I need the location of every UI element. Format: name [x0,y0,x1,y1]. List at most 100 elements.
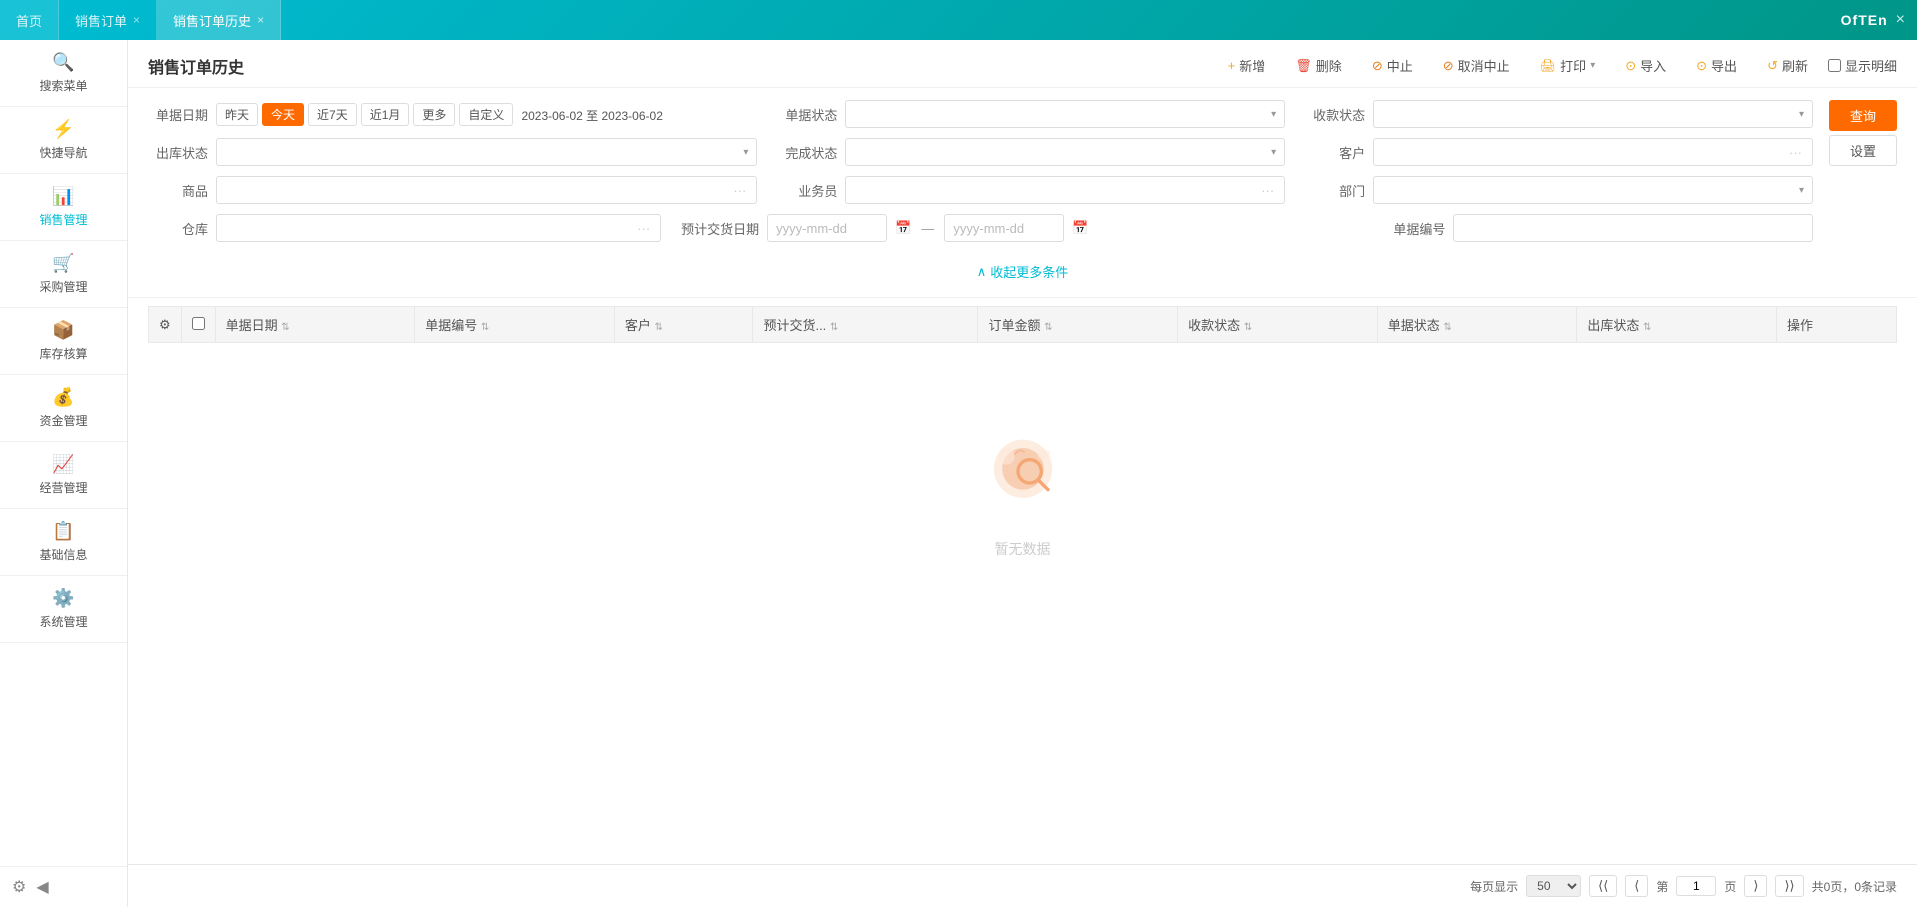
sidebar-collapse-icon[interactable]: ◀ [36,877,48,897]
sidebar-item-quick-nav[interactable]: ⚡ 快捷导航 [0,107,127,174]
export-button[interactable]: ⊙ 导出 [1686,52,1747,79]
add-button-label: 新增 [1239,56,1265,75]
sidebar-item-sys-mgmt-label: 系统管理 [39,613,87,630]
empty-illustration [973,423,1073,523]
col-bill-status-label: 单据状态 [1388,318,1440,333]
per-page-select[interactable]: 50 10 20 100 [1526,875,1581,897]
cancel-stop-button[interactable]: ⊘ 取消中止 [1433,52,1520,79]
expected-date-end[interactable]: yyyy-mm-dd [944,214,1064,242]
import-button[interactable]: ⊙ 导入 [1615,52,1676,79]
col-header-customer[interactable]: 客户 ⇅ [614,307,753,343]
display-cols-toggle[interactable]: 显示明细 [1828,56,1897,75]
next-page-button[interactable]: ⟩ [1744,875,1767,897]
complete-status-select[interactable]: ▾ [845,138,1285,166]
col-header-operation: 操作 [1777,307,1897,343]
col-header-bill-date[interactable]: 单据日期 ⇅ [215,307,415,343]
expected-date-start[interactable]: yyyy-mm-dd [767,214,887,242]
expected-date-label: 预计交货日期 [681,219,759,238]
customer-input[interactable] [1380,145,1785,159]
display-cols-checkbox[interactable] [1828,59,1841,72]
col-customer-label: 客户 [625,318,651,333]
date-custom-btn[interactable]: 自定义 [459,103,513,126]
pagination-footer: 每页显示 50 10 20 100 ⟨⟨ ⟨ 第 页 ⟩ ⟩⟩ 共0页，0条记录 [128,864,1917,907]
date-yesterday-btn[interactable]: 昨天 [216,103,258,126]
settings-gear-icon[interactable]: ⚙ [159,317,171,332]
search-button[interactable]: 查询 [1829,100,1897,131]
add-button[interactable]: + 新增 [1218,52,1276,79]
salesman-ellipsis[interactable]: ··· [1257,183,1278,198]
refresh-button[interactable]: ↺ 刷新 [1757,52,1818,79]
tab-home[interactable]: 首页 [0,0,59,40]
goods-label: 商品 [148,181,208,200]
sidebar-item-sys-mgmt[interactable]: ⚙️ 系统管理 [0,576,127,643]
dept-label: 部门 [1305,181,1365,200]
tab-home-label: 首页 [16,11,42,30]
customer-ellipsis[interactable]: ··· [1785,145,1806,160]
warehouse-ellipsis[interactable]: ··· [633,221,654,236]
col-bill-no-label: 单据编号 [425,318,477,333]
sidebar-item-sales-mgmt-label: 销售管理 [39,211,87,228]
per-page-label: 每页显示 [1470,878,1518,895]
filter-settings-button[interactable]: 设置 [1829,135,1897,166]
sidebar-item-business-mgmt[interactable]: 📈 经营管理 [0,442,127,509]
sidebar-item-base-info[interactable]: 📋 基础信息 [0,509,127,576]
date-today-btn[interactable]: 今天 [262,103,304,126]
sidebar-item-search-menu[interactable]: 🔍 搜索菜单 [0,40,127,107]
last-page-button[interactable]: ⟩⟩ [1775,875,1803,897]
col-header-out-status[interactable]: 出库状态 ⇅ [1577,307,1777,343]
table-checkbox-header[interactable] [181,307,215,343]
first-page-icon: ⟨⟨ [1598,878,1608,893]
window-close-button[interactable]: × [1896,11,1905,29]
tab-sales-order-history[interactable]: 销售订单历史 × [157,0,281,40]
sidebar-item-sales-mgmt[interactable]: 📊 销售管理 [0,174,127,241]
sidebar: 🔍 搜索菜单 ⚡ 快捷导航 📊 销售管理 🛒 采购管理 📦 库存核算 💰 资金管… [0,40,128,907]
date-7days-btn[interactable]: 近7天 [308,103,357,126]
out-status-select[interactable]: ▾ [216,138,757,166]
tab-sales-order-label: 销售订单 [75,11,127,30]
sidebar-item-inventory-label: 库存核算 [39,345,87,362]
page-input[interactable] [1676,876,1716,896]
select-all-checkbox[interactable] [192,317,205,330]
prev-page-button[interactable]: ⟨ [1625,875,1648,897]
business-mgmt-icon: 📈 [52,454,74,475]
tab-sales-order[interactable]: 销售订单 × [59,0,157,40]
stop-button[interactable]: ⊘ 中止 [1362,52,1423,79]
salesman-input[interactable] [852,183,1257,197]
sidebar-item-finance[interactable]: 💰 资金管理 [0,375,127,442]
delete-button[interactable]: 🗑 删除 [1285,52,1352,79]
warehouse-input[interactable] [223,221,633,235]
bill-no-input[interactable] [1460,221,1806,235]
sidebar-item-inventory[interactable]: 📦 库存核算 [0,308,127,375]
calendar-start-icon[interactable]: 📅 [895,220,911,236]
col-header-expected-date[interactable]: 预计交货... ⇅ [753,307,978,343]
date-field-label: 单据日期 [148,105,208,124]
add-icon: + [1228,58,1236,73]
bill-status-select[interactable]: ▾ [845,100,1285,128]
delete-button-label: 删除 [1316,56,1342,75]
collapse-row[interactable]: ∧ 收起更多条件 [148,258,1897,285]
sidebar-settings-icon[interactable]: ⚙ [12,877,26,897]
col-header-bill-status[interactable]: 单据状态 ⇅ [1377,307,1577,343]
goods-ellipsis[interactable]: ··· [729,183,750,198]
date-1month-btn[interactable]: 近1月 [361,103,410,126]
brand-text: OfTEn [1841,12,1888,28]
col-header-bill-no[interactable]: 单据编号 ⇅ [415,307,615,343]
col-header-receipt-status[interactable]: 收款状态 ⇅ [1178,307,1378,343]
sidebar-item-purchase-mgmt[interactable]: 🛒 采购管理 [0,241,127,308]
calendar-end-icon[interactable]: 📅 [1072,220,1088,236]
table-settings-header[interactable]: ⚙ [149,307,182,343]
first-page-button[interactable]: ⟨⟨ [1589,875,1617,897]
goods-input[interactable] [223,183,729,197]
print-button[interactable]: 🖨 打印 ▾ [1530,52,1606,79]
sidebar-item-business-mgmt-label: 经营管理 [39,479,87,496]
import-icon: ⊙ [1625,58,1636,74]
search-menu-icon: 🔍 [52,52,74,73]
col-header-order-amount[interactable]: 订单金额 ⇅ [978,307,1178,343]
date-more-btn[interactable]: 更多 [413,103,455,126]
purchase-mgmt-icon: 🛒 [52,253,74,274]
tab-sales-order-history-close[interactable]: × [257,13,264,27]
tab-sales-order-close[interactable]: × [133,13,140,27]
receipt-status-select[interactable]: ▾ [1373,100,1813,128]
dept-select[interactable]: ▾ [1373,176,1813,204]
cancel-stop-button-label: 取消中止 [1458,56,1510,75]
